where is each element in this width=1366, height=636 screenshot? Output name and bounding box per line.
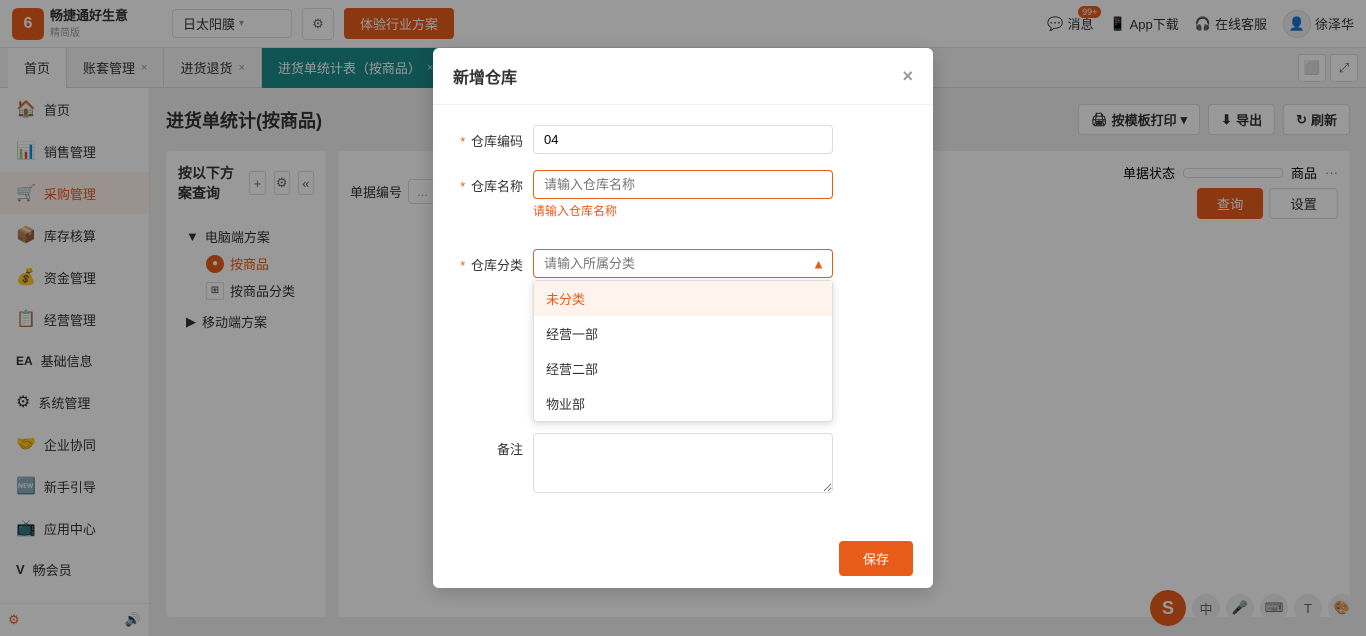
dialog-close-button[interactable]: × <box>902 66 913 87</box>
warehouse-notes-field: 备注 <box>453 433 913 493</box>
name-label: * 仓库名称 <box>453 170 533 195</box>
dropdown-item-0[interactable]: 未分类 <box>534 281 832 316</box>
warehouse-code-input[interactable] <box>533 125 833 154</box>
new-warehouse-dialog: 新增仓库 × * 仓库编码 * 仓库名称 请输入仓库名称 <box>433 48 933 588</box>
notes-textarea[interactable] <box>533 433 833 493</box>
category-label: * 仓库分类 <box>453 249 533 274</box>
notes-label: 备注 <box>453 433 533 458</box>
required-star-3: * <box>460 258 465 273</box>
dropdown-item-1[interactable]: 经营一部 <box>534 316 832 351</box>
dropdown-item-2[interactable]: 经营二部 <box>534 351 832 386</box>
required-star: * <box>460 134 465 149</box>
dialog-body: * 仓库编码 * 仓库名称 请输入仓库名称 * <box>433 105 933 529</box>
code-label: * 仓库编码 <box>453 125 533 150</box>
dialog-header: 新增仓库 × <box>433 48 933 105</box>
dropdown-item-3[interactable]: 物业部 <box>534 386 832 421</box>
dialog-title: 新增仓库 <box>453 64 517 88</box>
category-dropdown: 未分类 经营一部 经营二部 物业部 <box>533 280 833 422</box>
warehouse-name-field: * 仓库名称 请输入仓库名称 <box>453 170 913 219</box>
warehouse-name-input[interactable] <box>533 170 833 199</box>
category-input[interactable] <box>533 249 833 278</box>
dialog-footer: 保存 <box>433 529 933 588</box>
warehouse-code-field: * 仓库编码 <box>453 125 913 154</box>
modal-overlay[interactable]: 新增仓库 × * 仓库编码 * 仓库名称 请输入仓库名称 <box>0 0 1366 636</box>
name-error-message: 请输入仓库名称 <box>533 202 833 219</box>
required-star-2: * <box>460 179 465 194</box>
category-arrow-icon[interactable]: ▲ <box>812 256 825 271</box>
warehouse-category-field: * 仓库分类 ▲ 未分类 经营一部 经营二部 物业部 <box>453 249 913 278</box>
save-button[interactable]: 保存 <box>839 541 913 576</box>
